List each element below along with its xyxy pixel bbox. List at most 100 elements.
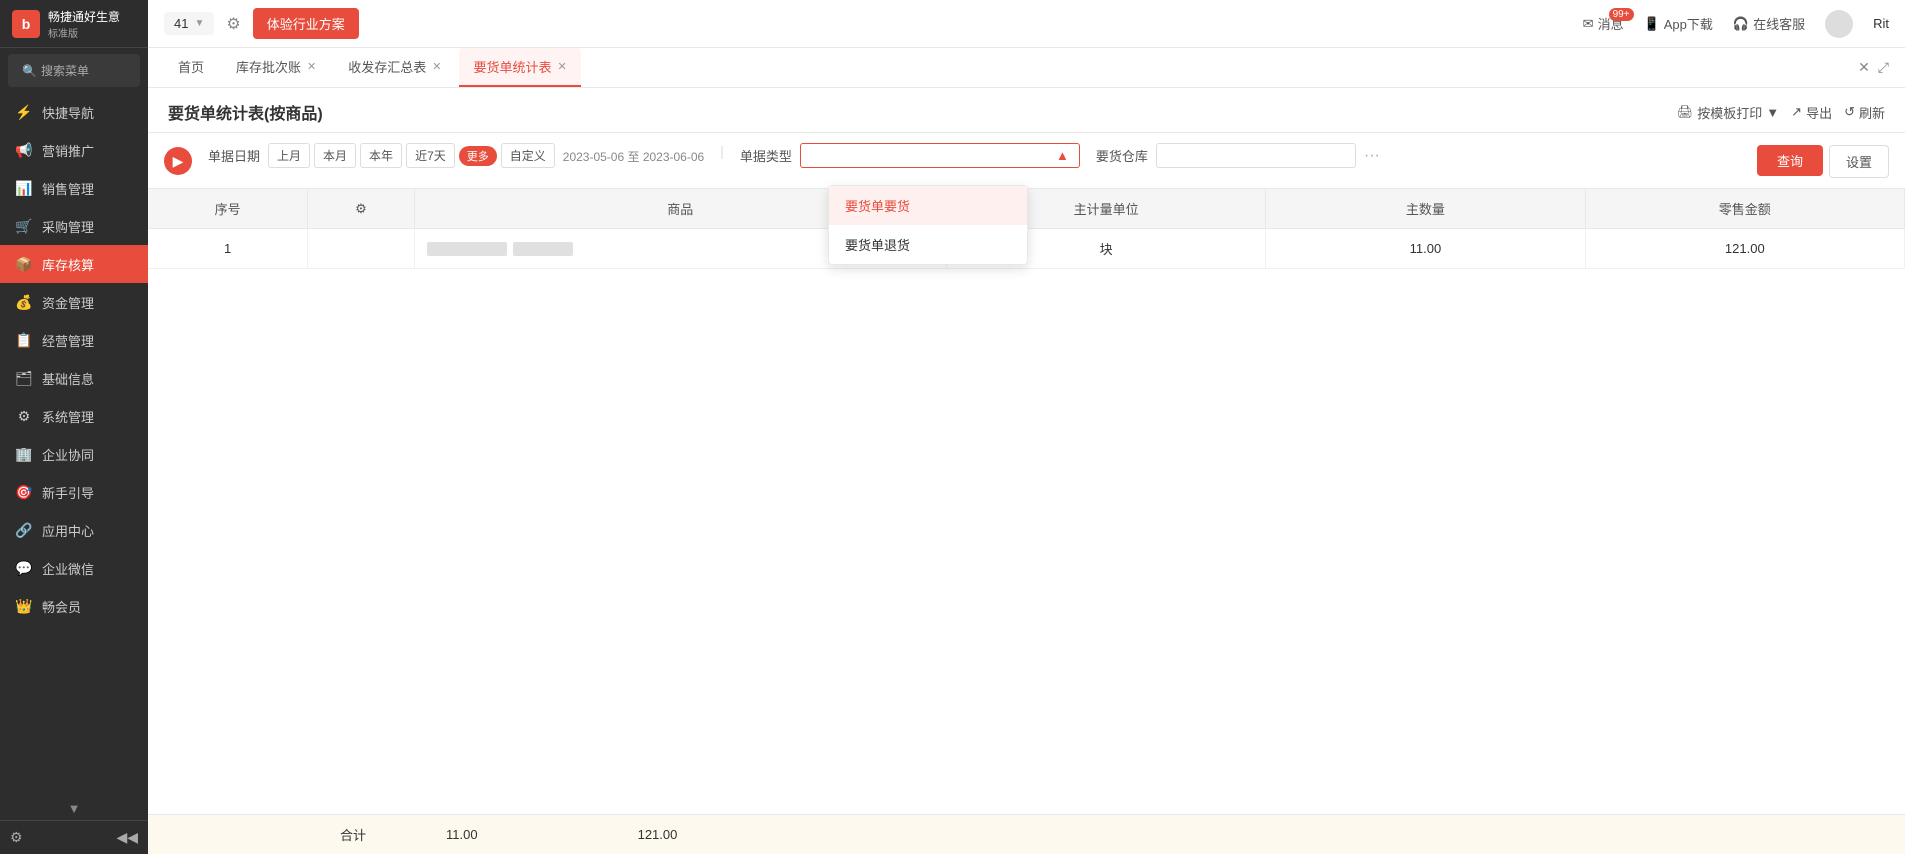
footer-qty: 11.00	[366, 827, 558, 842]
date-btn-custom[interactable]: 自定义	[501, 143, 555, 168]
sidebar-item-enterprise[interactable]: 🏢 企业协同	[0, 435, 148, 473]
sidebar-item-guide[interactable]: 🎯 新手引导	[0, 473, 148, 511]
dropdown-item-order-goods[interactable]: 要货单要货	[829, 186, 1027, 225]
dropdown-item-order-return[interactable]: 要货单退货	[829, 225, 1027, 264]
user-name-text: Rit	[1873, 16, 1889, 31]
sidebar-item-sales[interactable]: 📊 销售管理	[0, 169, 148, 207]
store-selector[interactable]: 41 ▼	[164, 12, 214, 35]
refresh-btn[interactable]: ↺ 刷新	[1844, 103, 1885, 122]
tab-inventory-batch[interactable]: 库存批次账 ✕	[222, 48, 330, 87]
page-header-actions: 🖨 按模板打印 ▼ ↗ 导出 ↺ 刷新	[1677, 103, 1885, 122]
sidebar: b 畅捷通好生意 标准版 🔍 搜索菜单 ⚡ 快捷导航 📢 营销推广 📊 销售管理…	[0, 0, 148, 854]
cell-qty: 11.00	[1266, 229, 1585, 269]
filter-divider: |	[720, 143, 724, 159]
sidebar-search[interactable]: 🔍 搜索菜单	[8, 54, 140, 87]
date-btn-last-month[interactable]: 上月	[268, 143, 310, 168]
system-icon: ⚙	[14, 406, 34, 426]
sidebar-items-list: ⚡ 快捷导航 📢 营销推广 📊 销售管理 🛒 采购管理 📦 库存核算 💰 资金管…	[0, 93, 148, 797]
sidebar-logo: b 畅捷通好生意 标准版	[0, 0, 148, 48]
sidebar-item-purchase[interactable]: 🛒 采购管理	[0, 207, 148, 245]
page-header: 要货单统计表(按商品) 🖨 按模板打印 ▼ ↗ 导出 ↺ 刷新	[148, 88, 1905, 133]
window-close-icon[interactable]: ✕	[1858, 59, 1870, 76]
message-badge: 99+	[1609, 8, 1634, 21]
sidebar-item-system[interactable]: ⚙ 系统管理	[0, 397, 148, 435]
sidebar-scroll-down[interactable]: ▼	[0, 797, 148, 820]
guide-icon: 🎯	[14, 482, 34, 502]
date-btn-this-month[interactable]: 本月	[314, 143, 356, 168]
headset-icon: 🎧	[1733, 16, 1749, 32]
footer-label: 合计	[160, 825, 366, 844]
warehouse-input[interactable]	[1156, 143, 1356, 168]
sidebar-item-quick-nav[interactable]: ⚡ 快捷导航	[0, 93, 148, 131]
sidebar-item-vip[interactable]: 👑 畅会员	[0, 587, 148, 625]
product-placeholder-1	[427, 242, 507, 256]
tab-close-inventory-batch[interactable]: ✕	[307, 60, 316, 73]
tabs-bar-end: ✕ ⤢	[1858, 59, 1889, 76]
tab-order-stats[interactable]: 要货单统计表 ✕	[459, 48, 580, 87]
sidebar-item-basic[interactable]: 🗂 基础信息	[0, 359, 148, 397]
col-amount: 零售金额	[1585, 189, 1904, 229]
col-index: 序号	[148, 189, 308, 229]
template-print-btn[interactable]: 🖨 按模板打印 ▼	[1677, 103, 1779, 122]
footer-settings-icon[interactable]: ⚙	[10, 829, 23, 846]
expand-icon: ▼	[1766, 105, 1779, 120]
tab-close-receive-summary[interactable]: ✕	[432, 60, 441, 73]
app-center-icon: 🔗	[14, 520, 34, 540]
col-qty: 主数量	[1266, 189, 1585, 229]
sidebar-item-finance[interactable]: 💰 资金管理	[0, 283, 148, 321]
tab-receive-summary[interactable]: 收发存汇总表 ✕	[334, 48, 455, 87]
footer-amount: 121.00	[558, 827, 758, 842]
main-content: 41 ▼ ⚙ 体验行业方案 ✉ 消息 99+ 📱 App下载 🎧 在线客服 Ri…	[148, 0, 1905, 854]
footer-collapse-icon[interactable]: ◀◀	[116, 829, 138, 846]
cell-settings	[308, 229, 414, 269]
app-logo-icon: b	[12, 10, 40, 38]
export-icon: ↗	[1791, 104, 1802, 120]
topbar-settings-icon[interactable]: ⚙	[226, 14, 240, 34]
page-content: 要货单统计表(按商品) 🖨 按模板打印 ▼ ↗ 导出 ↺ 刷新 ▶	[148, 88, 1905, 854]
filter-warehouse-group: 要货仓库 ···	[1096, 143, 1380, 168]
topbar: 41 ▼ ⚙ 体验行业方案 ✉ 消息 99+ 📱 App下载 🎧 在线客服 Ri…	[148, 0, 1905, 48]
sidebar-item-wechat[interactable]: 💬 企业微信	[0, 549, 148, 587]
store-chevron-icon: ▼	[194, 18, 204, 29]
window-expand-icon[interactable]: ⤢	[1878, 59, 1889, 76]
sidebar-item-operation[interactable]: 📋 经营管理	[0, 321, 148, 359]
online-service-item[interactable]: 🎧 在线客服	[1733, 14, 1805, 33]
sidebar-item-inventory[interactable]: 📦 库存核算	[0, 245, 148, 283]
quick-nav-icon: ⚡	[14, 102, 34, 122]
date-btn-last-7days[interactable]: 近7天	[406, 143, 455, 168]
filter-date-group: 单据日期 上月 本月 本年 近7天 更多 自定义 2023-05-06 至 20…	[208, 143, 704, 168]
chevron-down-icon: ▼	[68, 801, 81, 816]
sidebar-item-app-center[interactable]: 🔗 应用中心	[0, 511, 148, 549]
settings-btn[interactable]: 设置	[1829, 145, 1889, 178]
operation-icon: 📋	[14, 330, 34, 350]
store-name: 41	[174, 16, 188, 31]
message-item[interactable]: ✉ 消息 99+	[1583, 14, 1624, 33]
type-label: 单据类型	[740, 146, 792, 165]
col-settings-icon[interactable]: ⚙	[355, 201, 367, 216]
tab-home[interactable]: 首页	[164, 48, 218, 87]
table-area: 序号 ⚙ 商品 主计量单位 主数量 零售金额 1	[148, 189, 1905, 814]
query-btn[interactable]: 查询	[1757, 145, 1823, 176]
export-btn[interactable]: ↗ 导出	[1791, 103, 1832, 122]
filter-type-group: 单据类型 ▲	[740, 143, 1080, 168]
sidebar-item-marketing[interactable]: 📢 营销推广	[0, 131, 148, 169]
finance-icon: 💰	[14, 292, 34, 312]
enterprise-icon: 🏢	[14, 444, 34, 464]
filter-expand-btn[interactable]: ▶	[164, 147, 192, 175]
col-settings[interactable]: ⚙	[308, 189, 414, 229]
print-icon: 🖨	[1677, 104, 1694, 120]
wechat-icon: 💬	[14, 558, 34, 578]
date-more-badge[interactable]: 更多	[459, 146, 497, 166]
topbar-left: 41 ▼ ⚙ 体验行业方案	[164, 8, 359, 39]
filter-more-btn[interactable]: ···	[1364, 147, 1380, 165]
industry-btn[interactable]: 体验行业方案	[253, 8, 359, 39]
cell-index: 1	[148, 229, 308, 269]
tab-close-order-stats[interactable]: ✕	[558, 60, 567, 73]
user-avatar[interactable]	[1825, 10, 1853, 38]
app-download-item[interactable]: 📱 App下载	[1644, 14, 1713, 33]
inventory-icon: 📦	[14, 254, 34, 274]
date-btn-this-year[interactable]: 本年	[360, 143, 402, 168]
type-select-arrow-icon: ▲	[1056, 148, 1069, 163]
type-select[interactable]: ▲	[800, 143, 1080, 168]
date-label: 单据日期	[208, 146, 260, 165]
